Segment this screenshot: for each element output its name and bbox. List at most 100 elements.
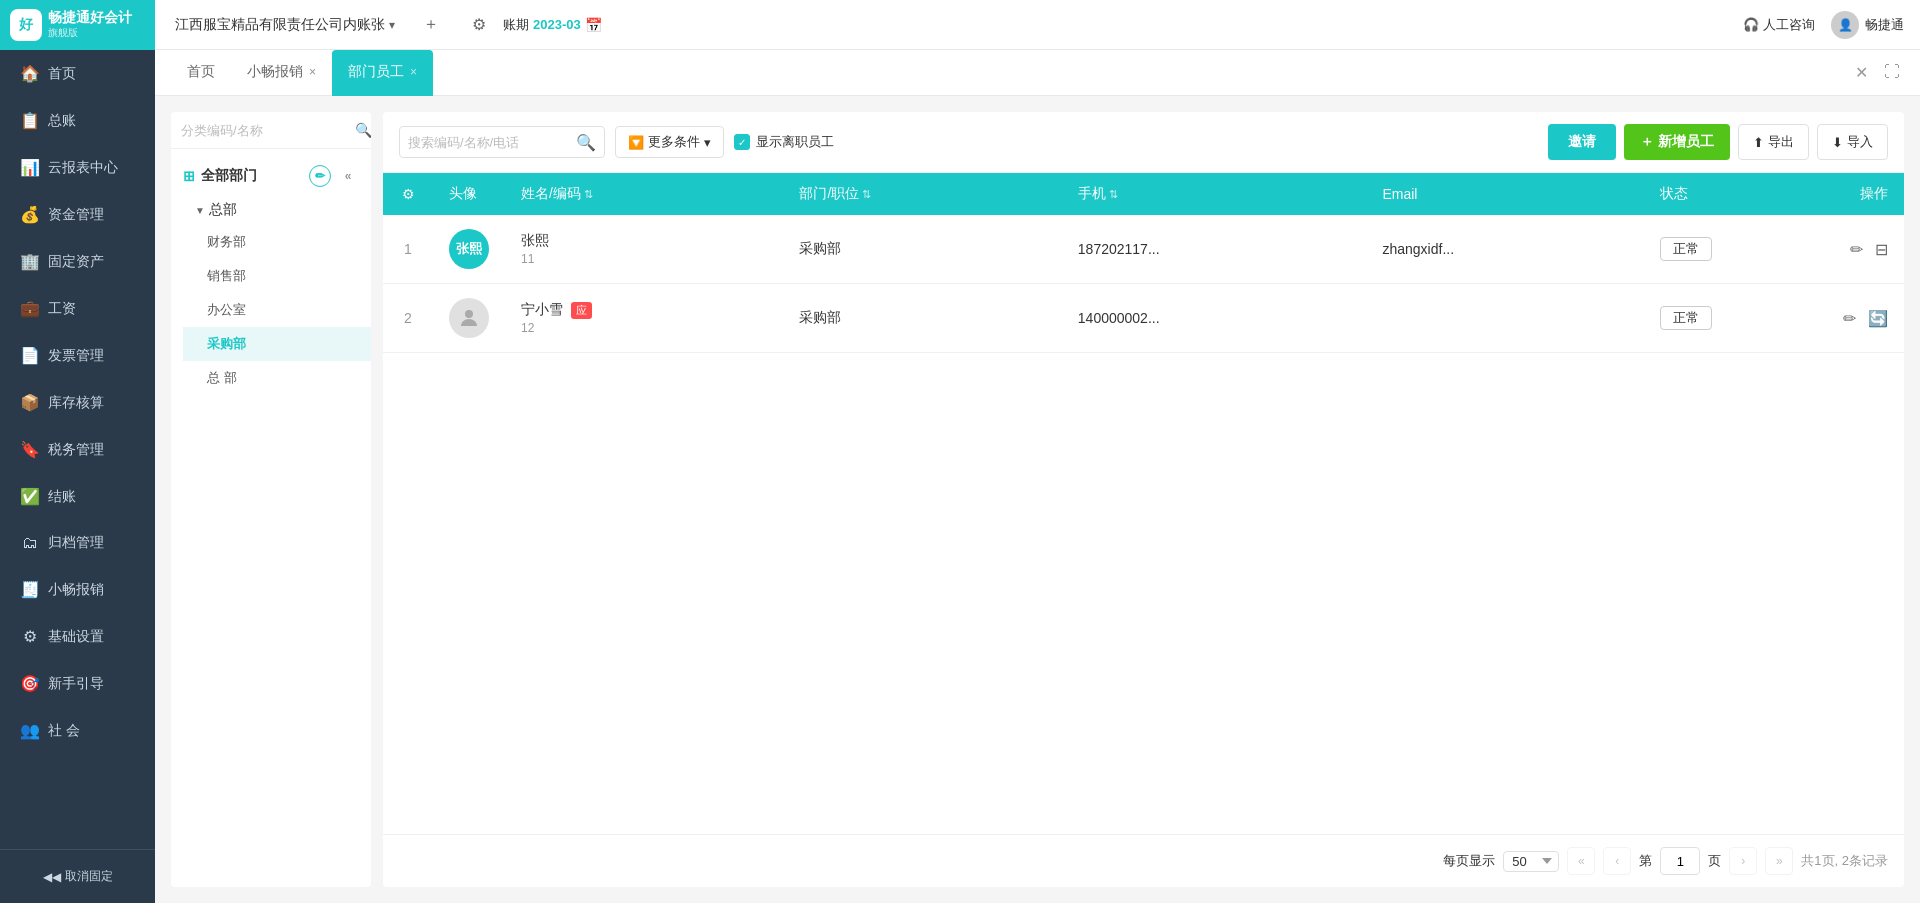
show-resigned-toggle[interactable]: ✓ 显示离职员工 — [734, 133, 834, 151]
sidebar-item-reports[interactable]: 📊 云报表中心 — [0, 144, 155, 191]
sidebar-item-label: 工资 — [48, 300, 76, 318]
expense-icon: 🧾 — [20, 580, 40, 599]
edit-icon-2[interactable]: ✏ — [1843, 309, 1856, 328]
tab-employees-close[interactable]: × — [410, 65, 417, 79]
calendar-icon[interactable]: 📅 — [585, 17, 602, 33]
service-button[interactable]: 🎧 人工咨询 — [1743, 16, 1815, 34]
sidebar-item-assets[interactable]: 🏢 固定资产 — [0, 238, 155, 285]
user-info[interactable]: 👤 畅捷通 — [1831, 11, 1904, 39]
logout-icon-1[interactable]: ⊟ — [1875, 240, 1888, 259]
col-status: 状态 — [1644, 173, 1784, 215]
dept-item-finance[interactable]: 财务部 — [183, 225, 371, 259]
dept-search-icon[interactable]: 🔍 — [355, 122, 371, 138]
page-input[interactable] — [1660, 847, 1700, 875]
svg-point-0 — [465, 310, 473, 318]
sidebar-item-inventory[interactable]: 📦 库存核算 — [0, 379, 155, 426]
window-btns: ✕ ⛶ — [1851, 59, 1904, 86]
invite-button[interactable]: 邀请 — [1548, 124, 1616, 160]
tab-expense-close[interactable]: × — [309, 65, 316, 79]
dept-item-sales[interactable]: 销售部 — [183, 259, 371, 293]
dept-item-office[interactable]: 办公室 — [183, 293, 371, 327]
home-icon: 🏠 — [20, 64, 40, 83]
sidebar-item-salary[interactable]: 💼 工资 — [0, 285, 155, 332]
app-logo-icon: 好 — [10, 9, 42, 41]
import-label: 导入 — [1847, 133, 1873, 151]
status-badge-1: 正常 — [1660, 237, 1712, 261]
sidebar-item-social[interactable]: 👥 社 会 — [0, 707, 155, 754]
page-suffix: 页 — [1708, 852, 1721, 870]
maximize-btn[interactable]: ⛶ — [1880, 59, 1904, 86]
sidebar-item-ledger[interactable]: 📋 总账 — [0, 97, 155, 144]
col-avatar: 头像 — [433, 173, 505, 215]
cancel-fixed-btn[interactable]: ◀◀ 取消固定 — [0, 860, 155, 893]
export-button[interactable]: ⬆ 导出 — [1738, 124, 1809, 160]
dept-group-name: 总部 — [209, 201, 237, 219]
page-size-select[interactable]: 50 10 20 100 — [1503, 851, 1559, 872]
sidebar-item-settlement[interactable]: ✅ 结账 — [0, 473, 155, 520]
triangle-icon: ▼ — [195, 205, 205, 216]
avatar-cell-1: 张熙 — [433, 215, 505, 284]
employee-search-input[interactable] — [408, 135, 576, 150]
dept-tree: ⊞ 全部部门 ✏ « ▼ 总部 财务部 销售部 办公室 采购部 — [171, 149, 371, 887]
col-settings[interactable]: ⚙ — [383, 173, 433, 215]
company-dropdown-icon: ▾ — [389, 18, 395, 32]
resigned-checkbox[interactable]: ✓ — [734, 134, 750, 150]
col-dept[interactable]: 部门/职位 — [783, 173, 1061, 215]
tab-employees[interactable]: 部门员工 × — [332, 50, 433, 96]
dept-group-headquarters: ▼ 总部 财务部 销售部 办公室 采购部 总 部 — [171, 195, 371, 395]
status-cell-2: 正常 — [1644, 284, 1784, 353]
sidebar-item-invoice[interactable]: 📄 发票管理 — [0, 332, 155, 379]
dept-search-input[interactable] — [181, 123, 349, 138]
headset-icon: 🎧 — [1743, 17, 1759, 32]
sidebar-item-funds[interactable]: 💰 资金管理 — [0, 191, 155, 238]
social-icon: 👥 — [20, 721, 40, 740]
period-value[interactable]: 2023-03 — [533, 17, 581, 32]
dept-all-btn[interactable]: ⊞ 全部部门 ✏ « — [171, 157, 371, 195]
tab-home[interactable]: 首页 — [171, 50, 231, 96]
sidebar-item-archive[interactable]: 🗂 归档管理 — [0, 520, 155, 566]
sidebar-item-guide[interactable]: 🎯 新手引导 — [0, 660, 155, 707]
dept-group-title[interactable]: ▼ 总部 — [183, 195, 371, 225]
grid-icon: ⊞ — [183, 168, 195, 184]
actions-cell-2: ✏ 🔄 — [1784, 284, 1904, 353]
sidebar: 🏠 首页 📋 总账 📊 云报表中心 💰 资金管理 🏢 固定资产 💼 工资 📄 发… — [0, 50, 155, 903]
toolbar-right: 邀请 ＋ 新增员工 ⬆ 导出 ⬇ 导入 — [1548, 124, 1888, 160]
dept-all-label: 全部部门 — [201, 167, 257, 185]
import-button[interactable]: ⬇ 导入 — [1817, 124, 1888, 160]
company-selector[interactable]: 江西服宝精品有限责任公司内账张 ▾ — [175, 16, 399, 34]
sidebar-item-tax[interactable]: 🔖 税务管理 — [0, 426, 155, 473]
tax-icon: 🔖 — [20, 440, 40, 459]
dept-item-hq[interactable]: 总 部 — [183, 361, 371, 395]
add-employee-button[interactable]: ＋ 新增员工 — [1624, 124, 1730, 160]
dept-edit-btn[interactable]: ✏ — [309, 165, 331, 187]
sidebar-item-expense[interactable]: 🧾 小畅报销 — [0, 566, 155, 613]
sidebar-item-home[interactable]: 🏠 首页 — [0, 50, 155, 97]
settings-icon-btn[interactable]: ⚙ — [463, 9, 495, 41]
dept-item-procurement[interactable]: 采购部 — [183, 327, 371, 361]
last-page-btn[interactable]: » — [1765, 847, 1793, 875]
refresh-icon-2[interactable]: 🔄 — [1868, 309, 1888, 328]
user-name: 畅捷通 — [1865, 16, 1904, 34]
avatar-1: 张熙 — [449, 229, 489, 269]
main-layout: 🏠 首页 📋 总账 📊 云报表中心 💰 资金管理 🏢 固定资产 💼 工资 📄 发… — [0, 50, 1920, 903]
first-page-btn[interactable]: « — [1567, 847, 1595, 875]
sidebar-item-label: 结账 — [48, 488, 76, 506]
col-name[interactable]: 姓名/编码 — [505, 173, 783, 215]
more-filter-btn[interactable]: 🔽 更多条件 ▾ — [615, 126, 724, 158]
sidebar-item-label: 新手引导 — [48, 675, 104, 693]
filter-chevron-icon: ▾ — [704, 135, 711, 150]
employee-table-container: ⚙ 头像 姓名/编码 部门/职位 手机 Email 状态 操作 — [383, 173, 1904, 834]
next-page-btn[interactable]: › — [1729, 847, 1757, 875]
close-window-btn[interactable]: ✕ — [1851, 59, 1872, 86]
dept-collapse-btn[interactable]: « — [337, 165, 359, 187]
search-icon[interactable]: 🔍 — [576, 133, 596, 152]
assets-icon: 🏢 — [20, 252, 40, 271]
tab-expense[interactable]: 小畅报销 × — [231, 50, 332, 96]
edit-icon-1[interactable]: ✏ — [1850, 240, 1863, 259]
row-index-1: 1 — [383, 215, 433, 284]
prev-page-btn[interactable]: ‹ — [1603, 847, 1631, 875]
sidebar-item-label: 首页 — [48, 65, 76, 83]
sidebar-item-settings[interactable]: ⚙ 基础设置 — [0, 613, 155, 660]
add-icon-btn[interactable]: ＋ — [415, 9, 447, 41]
col-phone[interactable]: 手机 — [1062, 173, 1367, 215]
